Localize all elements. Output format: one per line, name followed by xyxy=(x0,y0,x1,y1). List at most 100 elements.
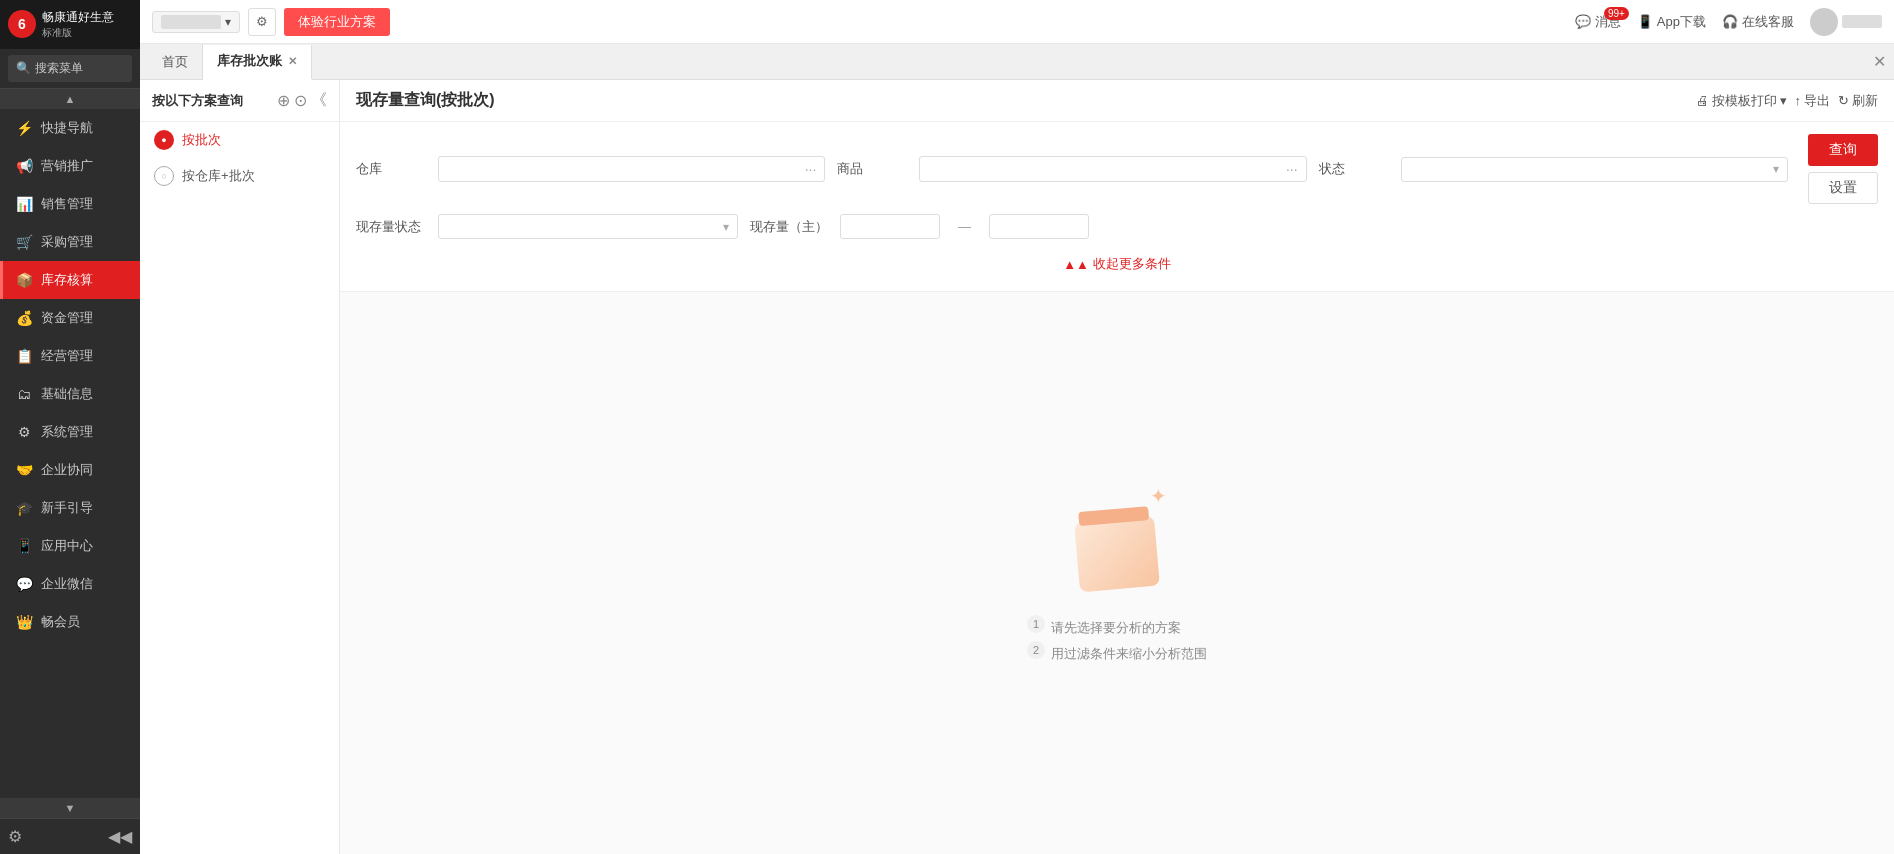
phone-icon: 📱 xyxy=(1637,14,1653,29)
sidebar-item-sales[interactable]: 📊 销售管理 xyxy=(0,185,140,223)
stock-status-select-wrap[interactable]: ▾ xyxy=(438,214,738,239)
finance-icon: 💰 xyxy=(15,309,33,327)
experience-industry-button[interactable]: 体验行业方案 xyxy=(284,8,390,36)
export-icon: ↑ xyxy=(1795,93,1802,108)
goods-input-wrap[interactable]: ··· xyxy=(919,156,1306,182)
wechat-icon: 💬 xyxy=(15,575,33,593)
status-select-wrap[interactable]: ▾ xyxy=(1401,157,1788,182)
tab-inventory-batch[interactable]: 库存批次账 ✕ xyxy=(203,45,312,80)
tabbar: 首页 库存批次账 ✕ ✕ xyxy=(140,44,1894,80)
goods-input[interactable] xyxy=(928,162,1282,177)
refresh-icon: ↻ xyxy=(1838,93,1849,108)
search-menu-button[interactable]: 🔍 搜索菜单 xyxy=(8,55,132,82)
sidebar-search-area: 🔍 搜索菜单 xyxy=(0,49,140,89)
plan-warehouse-icon: ○ xyxy=(154,166,174,186)
hint-item-1: 1 请先选择要分析的方案 xyxy=(1027,615,1207,641)
basic-icon: 🗂 xyxy=(15,385,33,403)
query-button[interactable]: 查询 xyxy=(1808,134,1878,166)
warehouse-input[interactable] xyxy=(447,162,801,177)
main-area: ▾ ⚙ 体验行业方案 💬 消息 99+ 📱 App下载 🎧 在线客服 xyxy=(140,0,1894,854)
left-panel-header: 按以下方案查询 ⊕ ⊙ 《 xyxy=(140,80,339,122)
sidebar-item-basic[interactable]: 🗂 基础信息 xyxy=(0,375,140,413)
warehouse-input-wrap[interactable]: ··· xyxy=(438,156,825,182)
headset-icon: 🎧 xyxy=(1722,14,1738,29)
member-icon: 👑 xyxy=(15,613,33,631)
sidebar-item-wechat[interactable]: 💬 企业微信 xyxy=(0,565,140,603)
topbar-gear-button[interactable]: ⚙ xyxy=(248,8,276,36)
message-icon: 💬 xyxy=(1575,14,1591,29)
plan-item-by-batch[interactable]: ● 按批次 xyxy=(140,122,339,158)
settings-plan-button[interactable]: ⊙ xyxy=(294,91,307,110)
sidebar-item-operations[interactable]: 📋 经营管理 xyxy=(0,337,140,375)
marketing-icon: 📢 xyxy=(15,157,33,175)
page-header: 现存量查询(按批次) 🖨 按模板打印 ▾ ↑ 导出 ↻ 刷新 xyxy=(340,80,1894,122)
print-dropdown-icon: ▾ xyxy=(1780,93,1787,108)
add-plan-button[interactable]: ⊕ xyxy=(277,91,290,110)
export-button[interactable]: ↑ 导出 xyxy=(1795,92,1831,110)
gear-icon: ⚙ xyxy=(256,14,268,29)
purchase-icon: 🛒 xyxy=(15,233,33,251)
topbar-dropdown[interactable]: ▾ xyxy=(152,11,240,33)
stock-amount-min-input[interactable] xyxy=(840,214,940,239)
sidebar-item-member[interactable]: 👑 畅会员 xyxy=(0,603,140,641)
collapse-filter-button[interactable]: ▲▲ 收起更多条件 xyxy=(356,249,1878,279)
sidebar-item-app-center[interactable]: 📱 应用中心 xyxy=(0,527,140,565)
topbar-left: ▾ ⚙ 体验行业方案 xyxy=(152,8,390,36)
hint-item-2: 2 用过滤条件来缩小分析范围 xyxy=(1027,641,1207,667)
sidebar-navigation: ⚡ 快捷导航 📢 营销推广 📊 销售管理 🛒 采购管理 📦 库存核算 💰 资金管… xyxy=(0,109,140,798)
right-panel: 现存量查询(按批次) 🖨 按模板打印 ▾ ↑ 导出 ↻ 刷新 xyxy=(340,80,1894,854)
user-avatar-button[interactable] xyxy=(1810,8,1882,36)
sidebar-item-purchase[interactable]: 🛒 采购管理 xyxy=(0,223,140,261)
sidebar-item-marketing[interactable]: 📢 营销推广 xyxy=(0,147,140,185)
avatar xyxy=(1810,8,1838,36)
sidebar-header: 6 畅康通好生意 标准版 xyxy=(0,0,140,49)
status-select[interactable] xyxy=(1410,162,1773,177)
collapse-left-button[interactable]: 《 xyxy=(311,90,327,111)
status-select-arrow: ▾ xyxy=(1773,162,1779,176)
sidebar: 6 畅康通好生意 标准版 🔍 搜索菜单 ▲ ⚡ 快捷导航 📢 营销推广 📊 销售… xyxy=(0,0,140,854)
stock-amount-max-input[interactable] xyxy=(989,214,1089,239)
system-icon: ⚙ xyxy=(15,423,33,441)
topbar: ▾ ⚙ 体验行业方案 💬 消息 99+ 📱 App下载 🎧 在线客服 xyxy=(140,0,1894,44)
sidebar-item-inventory[interactable]: 📦 库存核算 xyxy=(0,261,140,299)
content-area: 按以下方案查询 ⊕ ⊙ 《 ● 按批次 ○ 按仓库+批次 xyxy=(140,80,1894,854)
print-button[interactable]: 🖨 按模板打印 ▾ xyxy=(1696,92,1787,110)
cooperation-icon: 🤝 xyxy=(15,461,33,479)
sidebar-item-system[interactable]: ⚙ 系统管理 xyxy=(0,413,140,451)
page-actions: 🖨 按模板打印 ▾ ↑ 导出 ↻ 刷新 xyxy=(1696,92,1879,110)
sidebar-item-finance[interactable]: 💰 资金管理 xyxy=(0,299,140,337)
search-icon: 🔍 xyxy=(16,61,31,75)
app-download-button[interactable]: 📱 App下载 xyxy=(1637,13,1706,31)
sparkle-icon: ✦ xyxy=(1150,484,1167,508)
collapse-sidebar-button[interactable]: ◀◀ xyxy=(108,827,132,846)
sidebar-item-quick-nav[interactable]: ⚡ 快捷导航 xyxy=(0,109,140,147)
sidebar-item-newbie[interactable]: 🎓 新手引导 xyxy=(0,489,140,527)
quick-nav-icon: ⚡ xyxy=(15,119,33,137)
app-center-icon: 📱 xyxy=(15,537,33,555)
settings-footer-button[interactable]: ⚙ xyxy=(8,827,22,846)
refresh-button[interactable]: ↻ 刷新 xyxy=(1838,92,1878,110)
empty-hints: 1 请先选择要分析的方案 2 用过滤条件来缩小分析范围 xyxy=(1027,615,1207,667)
filter-row-2: 现存量状态 ▾ 现存量（主） — xyxy=(356,214,1878,239)
stock-status-select[interactable] xyxy=(447,219,723,234)
results-area: ✦ 1 请先选择要分析的方案 2 用过滤条件来缩小分析范围 xyxy=(340,292,1894,854)
online-service-button[interactable]: 🎧 在线客服 xyxy=(1722,13,1794,31)
empty-illustration: ✦ xyxy=(1057,479,1177,599)
scroll-up-button[interactable]: ▲ xyxy=(0,89,140,109)
settings-button[interactable]: 设置 xyxy=(1808,172,1878,204)
warehouse-dots[interactable]: ··· xyxy=(805,161,817,177)
close-panel-button[interactable]: ✕ xyxy=(1873,52,1886,71)
inventory-icon: 📦 xyxy=(15,271,33,289)
sales-icon: 📊 xyxy=(15,195,33,213)
goods-dots[interactable]: ··· xyxy=(1286,161,1298,177)
sidebar-footer: ⚙ ◀◀ xyxy=(0,818,140,854)
plan-item-by-warehouse-batch[interactable]: ○ 按仓库+批次 xyxy=(140,158,339,194)
tab-close-button[interactable]: ✕ xyxy=(288,55,297,68)
empty-box xyxy=(1074,516,1160,593)
message-button[interactable]: 💬 消息 99+ xyxy=(1575,13,1621,31)
action-buttons: 查询 设置 xyxy=(1808,134,1878,204)
sidebar-item-cooperation[interactable]: 🤝 企业协同 xyxy=(0,451,140,489)
stock-status-arrow: ▾ xyxy=(723,220,729,234)
tab-home[interactable]: 首页 xyxy=(148,44,203,79)
scroll-down-button[interactable]: ▼ xyxy=(0,798,140,818)
